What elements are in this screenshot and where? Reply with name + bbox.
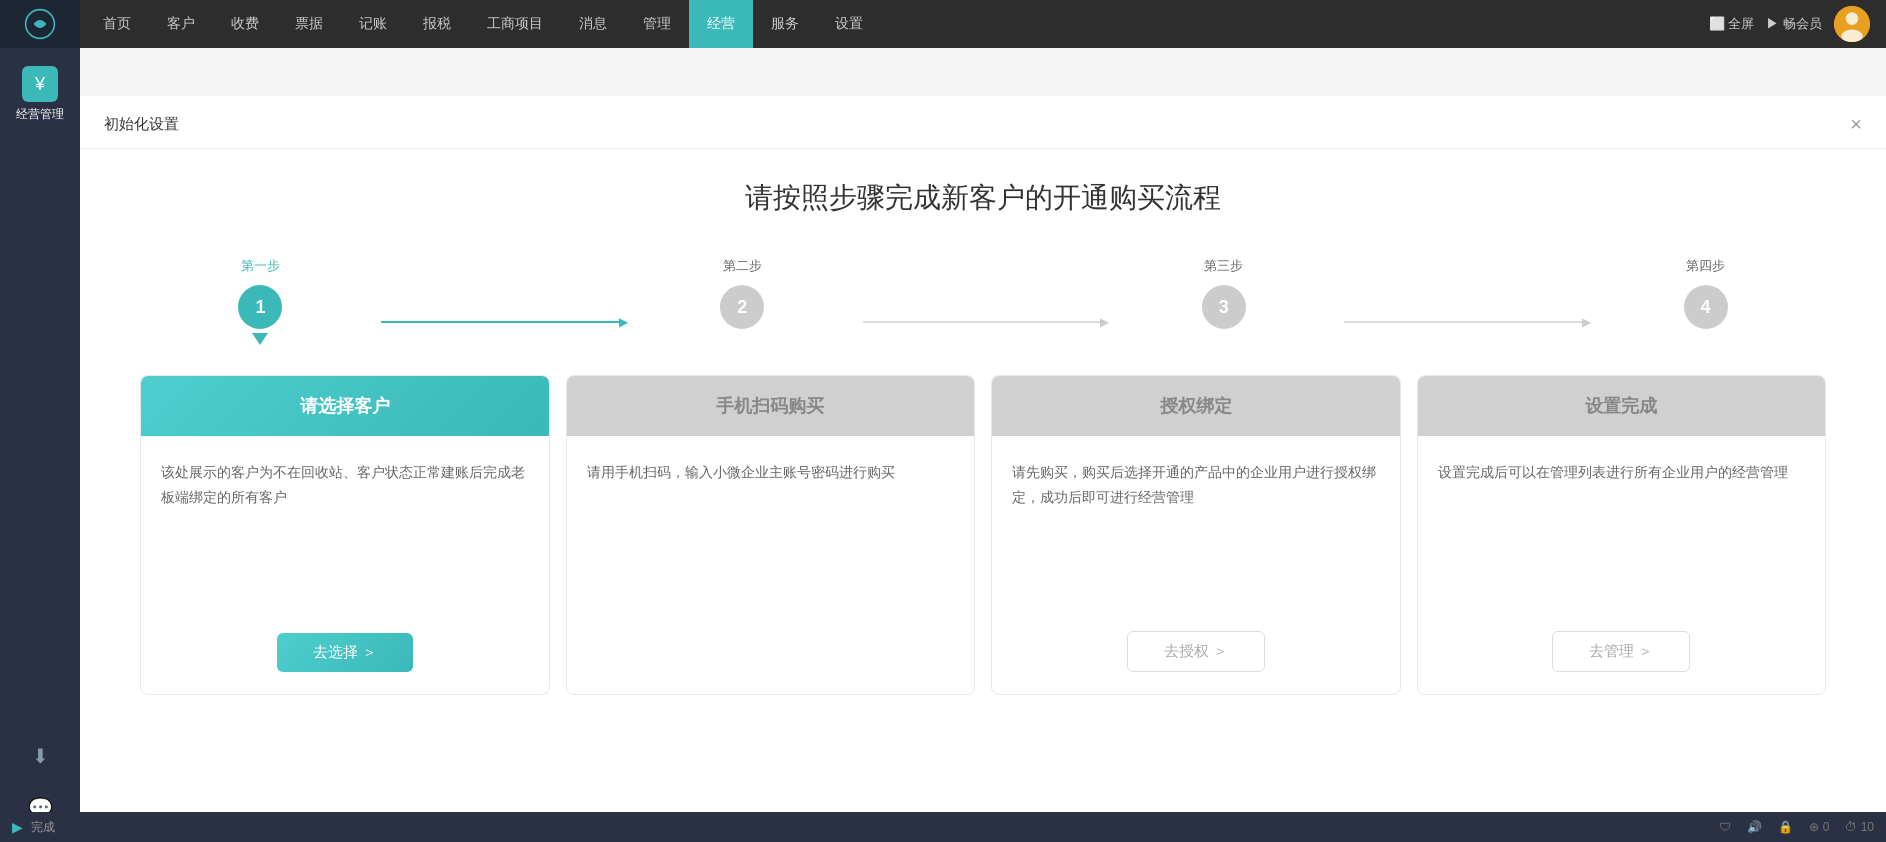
timer: ⏱ 10 (1845, 820, 1874, 834)
nav-item-票据[interactable]: 票据 (277, 0, 341, 48)
status-bar-right: 🛡 🔊 🔒 ⊕ 0 ⏱ 10 (1719, 820, 1874, 834)
card-footer-3: 去授权 ＞ (992, 617, 1400, 694)
card-footer-4: 去管理 ＞ (1418, 617, 1826, 694)
connector-1 (381, 321, 622, 323)
svg-point-2 (1846, 12, 1859, 25)
step-circle-1: 1 (238, 285, 282, 329)
shield-icon: 🛡 (1719, 820, 1731, 834)
nav-right: ⬜ 全屏 ▶ 畅会员 (1709, 6, 1870, 42)
step-circle-3: 3 (1202, 285, 1246, 329)
sidebar: ¥ 经营管理 ⬇ 💬 (0, 0, 80, 842)
step-card-2: 手机扫码购买请用手机扫码，输入小微企业主账号密码进行购买 (566, 375, 976, 695)
page-header: 初始化设置 × (80, 96, 1886, 149)
avatar[interactable] (1834, 6, 1870, 42)
nav-item-客户[interactable]: 客户 (149, 0, 213, 48)
card-btn-4[interactable]: 去管理 ＞ (1552, 631, 1690, 672)
step-circle-4: 4 (1684, 285, 1728, 329)
cards-row: 请选择客户该处展示的客户为不在回收站、客户状态正常建账后完成老板端绑定的所有客户… (140, 375, 1826, 695)
card-body-4: 设置完成后可以在管理列表进行所有企业用户的经营管理 (1418, 436, 1826, 617)
connector-2 (863, 321, 1104, 323)
nav-item-记账[interactable]: 记账 (341, 0, 405, 48)
step-column-1: 第一步 1 (140, 257, 381, 345)
card-body-2: 请用手机扫码，输入小微企业主账号密码进行购买 (567, 436, 975, 658)
status-text: 完成 (31, 819, 55, 836)
card-footer-empty-2 (567, 658, 975, 694)
nav-item-消息[interactable]: 消息 (561, 0, 625, 48)
nav-item-报税[interactable]: 报税 (405, 0, 469, 48)
main-content: 初始化设置 × 请按照步骤完成新客户的开通购买流程 第一步 1 第二步 2 第三步 3 第四… (80, 96, 1886, 842)
card-body-3: 请先购买，购买后选择开通的产品中的企业用户进行授权绑定，成功后即可进行经营管理 (992, 436, 1400, 617)
page-title: 初始化设置 (104, 115, 179, 134)
step-card-3: 授权绑定请先购买，购买后选择开通的产品中的企业用户进行授权绑定，成功后即可进行经… (991, 375, 1401, 695)
card-header-2: 手机扫码购买 (567, 376, 975, 436)
step-label-4: 第四步 (1686, 257, 1725, 275)
sidebar-logo (0, 0, 80, 48)
nav-item-管理[interactable]: 管理 (625, 0, 689, 48)
nav-item-经营[interactable]: 经营 (689, 0, 753, 48)
member-btn[interactable]: ▶ 畅会员 (1766, 15, 1822, 33)
card-footer-1: 去选择 ＞ (141, 619, 549, 694)
card-header-1: 请选择客户 (141, 376, 549, 436)
step-column-2: 第二步 2 (622, 257, 863, 329)
step-indicator-1 (252, 333, 268, 345)
nav-items: 首页客户收费票据记账报税工商项目消息管理经营服务设置 (85, 0, 1709, 48)
nav-item-首页[interactable]: 首页 (85, 0, 149, 48)
jingying-icon: ¥ (22, 66, 58, 102)
step-label-2: 第二步 (723, 257, 762, 275)
notif-count: ⊕ 0 (1809, 820, 1829, 834)
fullscreen-btn[interactable]: ⬜ 全屏 (1709, 15, 1755, 33)
step-label-3: 第三步 (1204, 257, 1243, 275)
play-icon[interactable]: ▶ (12, 819, 23, 835)
card-body-1: 该处展示的客户为不在回收站、客户状态正常建账后完成老板端绑定的所有客户 (141, 436, 549, 619)
step-column-4: 第四步 4 (1585, 257, 1826, 329)
card-header-3: 授权绑定 (992, 376, 1400, 436)
sidebar-download-icon[interactable]: ⬇ (0, 730, 80, 782)
lock-icon: 🔒 (1778, 820, 1793, 834)
card-btn-3[interactable]: 去授权 ＞ (1127, 631, 1265, 672)
status-bar-left: ▶ 完成 (12, 819, 55, 836)
step-card-1: 请选择客户该处展示的客户为不在回收站、客户状态正常建账后完成老板端绑定的所有客户… (140, 375, 550, 695)
nav-item-设置[interactable]: 设置 (817, 0, 881, 48)
flow-container: 请按照步骤完成新客户的开通购买流程 第一步 1 第二步 2 第三步 3 第四步 4 请选择客户… (80, 149, 1886, 715)
step-circle-2: 2 (720, 285, 764, 329)
connector-3 (1344, 321, 1585, 323)
top-nav: 首页客户收费票据记账报税工商项目消息管理经营服务设置 ⬜ 全屏 ▶ 畅会员 (0, 0, 1886, 48)
status-bar: ▶ 完成 🛡 🔊 🔒 ⊕ 0 ⏱ 10 (0, 812, 1886, 842)
step-card-4: 设置完成设置完成后可以在管理列表进行所有企业用户的经营管理去管理 ＞ (1417, 375, 1827, 695)
steps-row: 第一步 1 第二步 2 第三步 3 第四步 4 (140, 257, 1826, 345)
sidebar-item-label: 经营管理 (16, 106, 64, 123)
volume-icon: 🔊 (1747, 820, 1762, 834)
step-label-1: 第一步 (241, 257, 280, 275)
step-column-3: 第三步 3 (1103, 257, 1344, 329)
card-btn-1[interactable]: 去选择 ＞ (277, 633, 413, 672)
nav-item-工商项目[interactable]: 工商项目 (469, 0, 561, 48)
card-header-4: 设置完成 (1418, 376, 1826, 436)
close-button[interactable]: × (1850, 114, 1862, 134)
flow-heading: 请按照步骤完成新客户的开通购买流程 (140, 179, 1826, 217)
sidebar-item-jingying[interactable]: ¥ 经营管理 (0, 52, 80, 133)
nav-item-收费[interactable]: 收费 (213, 0, 277, 48)
nav-item-服务[interactable]: 服务 (753, 0, 817, 48)
